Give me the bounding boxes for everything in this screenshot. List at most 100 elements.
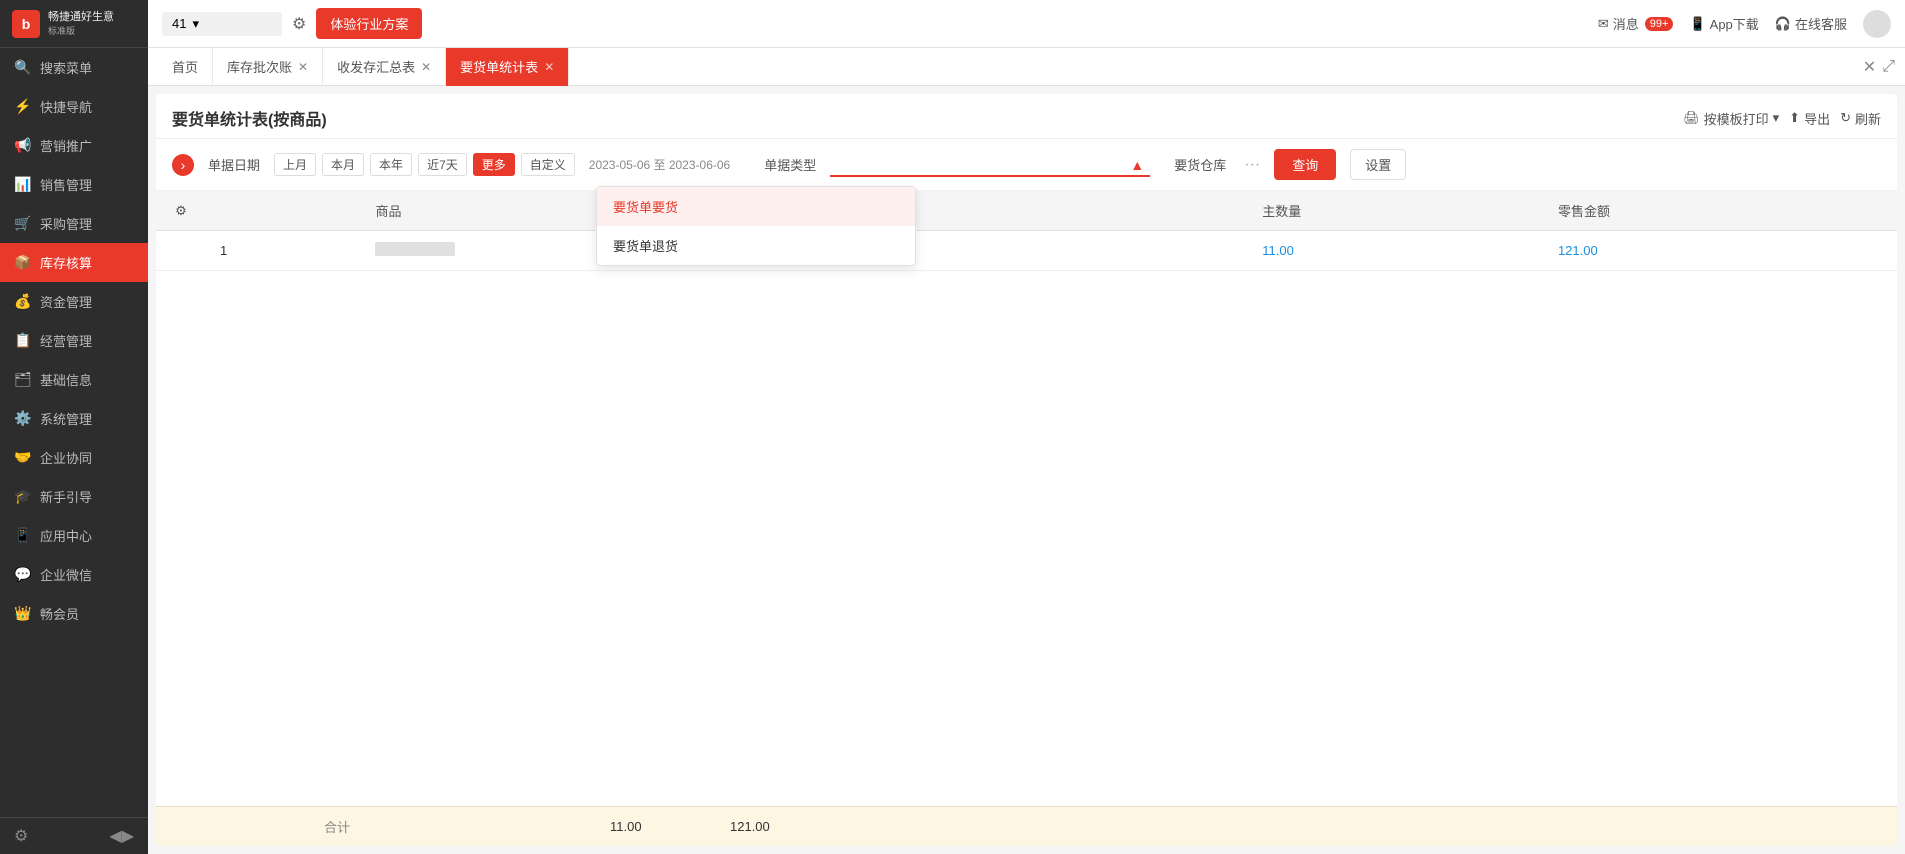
megaphone-icon: 📢	[14, 137, 32, 155]
tab-receive-summary[interactable]: 收发存汇总表 ✕	[323, 48, 446, 86]
logo-name: 畅捷通好生意	[48, 10, 114, 24]
row-amount-cell: 121.00	[1544, 231, 1897, 271]
sidebar-item-label: 快捷导航	[40, 97, 92, 116]
version-selector[interactable]: 41 ▾	[162, 12, 282, 36]
sidebar-bottom: ⚙ ◀▶	[0, 817, 148, 854]
table-header-row: ⚙ 商品 主计量单位 主数量 零售金额	[156, 191, 1897, 231]
logo-icon: b	[12, 10, 40, 38]
lightning-icon: ⚡	[14, 98, 32, 116]
settings-bottom-icon[interactable]: ⚙	[14, 826, 28, 846]
page-content: 要货单统计表(按商品) 🖨 按模板打印 ▾ ⬆ 导出 ↻ 刷新 ›	[156, 94, 1897, 846]
type-filter-chevron-icon[interactable]: ▲	[1130, 157, 1144, 173]
graduation-icon: 🎓	[14, 488, 32, 506]
sidebar-item-quick-nav[interactable]: ⚡ 快捷导航	[0, 87, 148, 126]
chevron-down-icon: ▾	[1773, 110, 1780, 126]
product-name-placeholder	[375, 242, 455, 256]
sidebar-item-wechat[interactable]: 💬 企业微信	[0, 555, 148, 594]
logo-sub: 标准版	[48, 24, 114, 37]
filter-row: › 单据日期 上月 本月 本年 近7天 更多 自定义 2023-05-06 至 …	[156, 139, 1897, 191]
refresh-label: 刷新	[1855, 109, 1881, 128]
export-action[interactable]: ⬆ 导出	[1789, 109, 1830, 128]
sidebar-item-inventory[interactable]: 📦 库存核算	[0, 243, 148, 282]
tab-expand-icon[interactable]: ⤢	[1882, 58, 1895, 76]
footer-amount: 121.00	[730, 819, 810, 834]
gear-icon: ⚙️	[14, 410, 32, 428]
sidebar-item-guide[interactable]: 🎓 新手引导	[0, 477, 148, 516]
sidebar-item-basic[interactable]: 🗂 基础信息	[0, 360, 148, 399]
sidebar-item-label: 基础信息	[40, 370, 92, 389]
filter-expand-button[interactable]: ›	[172, 154, 194, 176]
tab-close-all-icon[interactable]: ✕	[1863, 57, 1876, 77]
message-icon: ✉	[1598, 16, 1609, 32]
folder-icon: 🗂	[14, 371, 32, 389]
sidebar-item-marketing[interactable]: 📢 营销推广	[0, 126, 148, 165]
tab-home[interactable]: 首页	[158, 48, 213, 86]
online-service-label: 在线客服	[1795, 14, 1847, 33]
date-btn-more[interactable]: 更多	[473, 153, 515, 176]
box-icon: 📦	[14, 254, 32, 272]
table-settings-header[interactable]: ⚙	[156, 191, 206, 231]
tab-label: 库存批次账	[227, 57, 292, 76]
tab-inventory-batch[interactable]: 库存批次账 ✕	[213, 48, 323, 86]
sidebar-item-appstore[interactable]: 📱 应用中心	[0, 516, 148, 555]
date-btn-7days[interactable]: 近7天	[418, 153, 467, 176]
collapse-icon[interactable]: ◀▶	[109, 826, 134, 846]
tabbar-right: ✕ ⤢	[1863, 57, 1905, 77]
date-btn-this-year[interactable]: 本年	[370, 153, 412, 176]
sidebar-item-purchase[interactable]: 🛒 采购管理	[0, 204, 148, 243]
sidebar-item-operations[interactable]: 📋 经营管理	[0, 321, 148, 360]
cart-icon: 🛒	[14, 215, 32, 233]
tab-label: 要货单统计表	[460, 57, 538, 76]
sidebar-item-finance[interactable]: 💰 资金管理	[0, 282, 148, 321]
sidebar-item-member[interactable]: 👑 畅会员	[0, 594, 148, 633]
settings-button[interactable]: 设置	[1350, 149, 1406, 180]
sidebar-item-label: 销售管理	[40, 175, 92, 194]
warehouse-filter-dots-icon[interactable]: ···	[1244, 156, 1260, 174]
amount-link[interactable]: 121.00	[1558, 243, 1598, 258]
sidebar-item-enterprise[interactable]: 🤝 企业协同	[0, 438, 148, 477]
promo-button[interactable]: 体验行业方案	[316, 8, 422, 39]
dropdown-item-order-return[interactable]: 要货单退货	[597, 226, 915, 265]
tab-close-icon[interactable]: ✕	[421, 60, 431, 74]
messages-badge: 99+	[1645, 17, 1674, 31]
user-avatar[interactable]	[1863, 10, 1891, 38]
tab-close-icon[interactable]: ✕	[544, 60, 554, 74]
date-buttons: 上月 本月 本年 近7天 更多 自定义	[274, 153, 575, 176]
date-filter-label: 单据日期	[208, 155, 260, 174]
app-download-area[interactable]: 📱 App下载	[1689, 14, 1758, 33]
quantity-link[interactable]: 11.00	[1262, 243, 1294, 258]
row-quantity-cell: 11.00	[1248, 231, 1544, 271]
sidebar-item-sales[interactable]: 📊 销售管理	[0, 165, 148, 204]
tab-close-icon[interactable]: ✕	[298, 60, 308, 74]
print-action[interactable]: 🖨 按模板打印 ▾	[1683, 109, 1779, 128]
export-label: 导出	[1804, 109, 1830, 128]
clipboard-icon: 📋	[14, 332, 32, 350]
chevron-down-icon: ▾	[192, 16, 199, 32]
refresh-action[interactable]: ↻ 刷新	[1840, 109, 1881, 128]
sidebar-item-label: 搜索菜单	[40, 58, 92, 77]
tab-order-stats[interactable]: 要货单统计表 ✕	[446, 48, 569, 86]
version-number: 41	[172, 16, 186, 31]
type-filter-input[interactable]	[830, 152, 1150, 177]
online-service-area[interactable]: 🎧 在线客服	[1775, 14, 1847, 33]
app-icon: 📱	[14, 527, 32, 545]
dropdown-item-order-goods[interactable]: 要货单要货	[597, 187, 915, 226]
footer-quantity: 11.00	[610, 819, 690, 834]
date-btn-custom[interactable]: 自定义	[521, 153, 575, 176]
topbar-gear-button[interactable]: ⚙	[292, 14, 306, 34]
messages-area[interactable]: ✉ 消息 99+	[1598, 14, 1674, 33]
tabbar: 首页 库存批次账 ✕ 收发存汇总表 ✕ 要货单统计表 ✕ ✕ ⤢	[148, 48, 1905, 86]
sidebar-item-search[interactable]: 🔍 搜索菜单	[0, 48, 148, 87]
sidebar-item-label: 畅会员	[40, 604, 79, 623]
date-btn-this-month[interactable]: 本月	[322, 153, 364, 176]
sidebar-item-label: 应用中心	[40, 526, 92, 545]
table-row: 1 块 11.00 121.00	[156, 231, 1897, 271]
sidebar-nav: ⚡ 快捷导航 📢 营销推广 📊 销售管理 🛒 采购管理 📦 库存核算 💰 资金管…	[0, 87, 148, 817]
refresh-icon: ↻	[1840, 110, 1851, 126]
sidebar-item-system[interactable]: ⚙️ 系统管理	[0, 399, 148, 438]
query-button[interactable]: 查询	[1274, 149, 1336, 180]
date-btn-last-month[interactable]: 上月	[274, 153, 316, 176]
row-settings-cell	[156, 231, 206, 271]
main-area: 41 ▾ ⚙ 体验行业方案 ✉ 消息 99+ 📱 App下载 🎧 在线客服	[148, 0, 1905, 854]
printer-icon: 🖨	[1683, 110, 1700, 126]
